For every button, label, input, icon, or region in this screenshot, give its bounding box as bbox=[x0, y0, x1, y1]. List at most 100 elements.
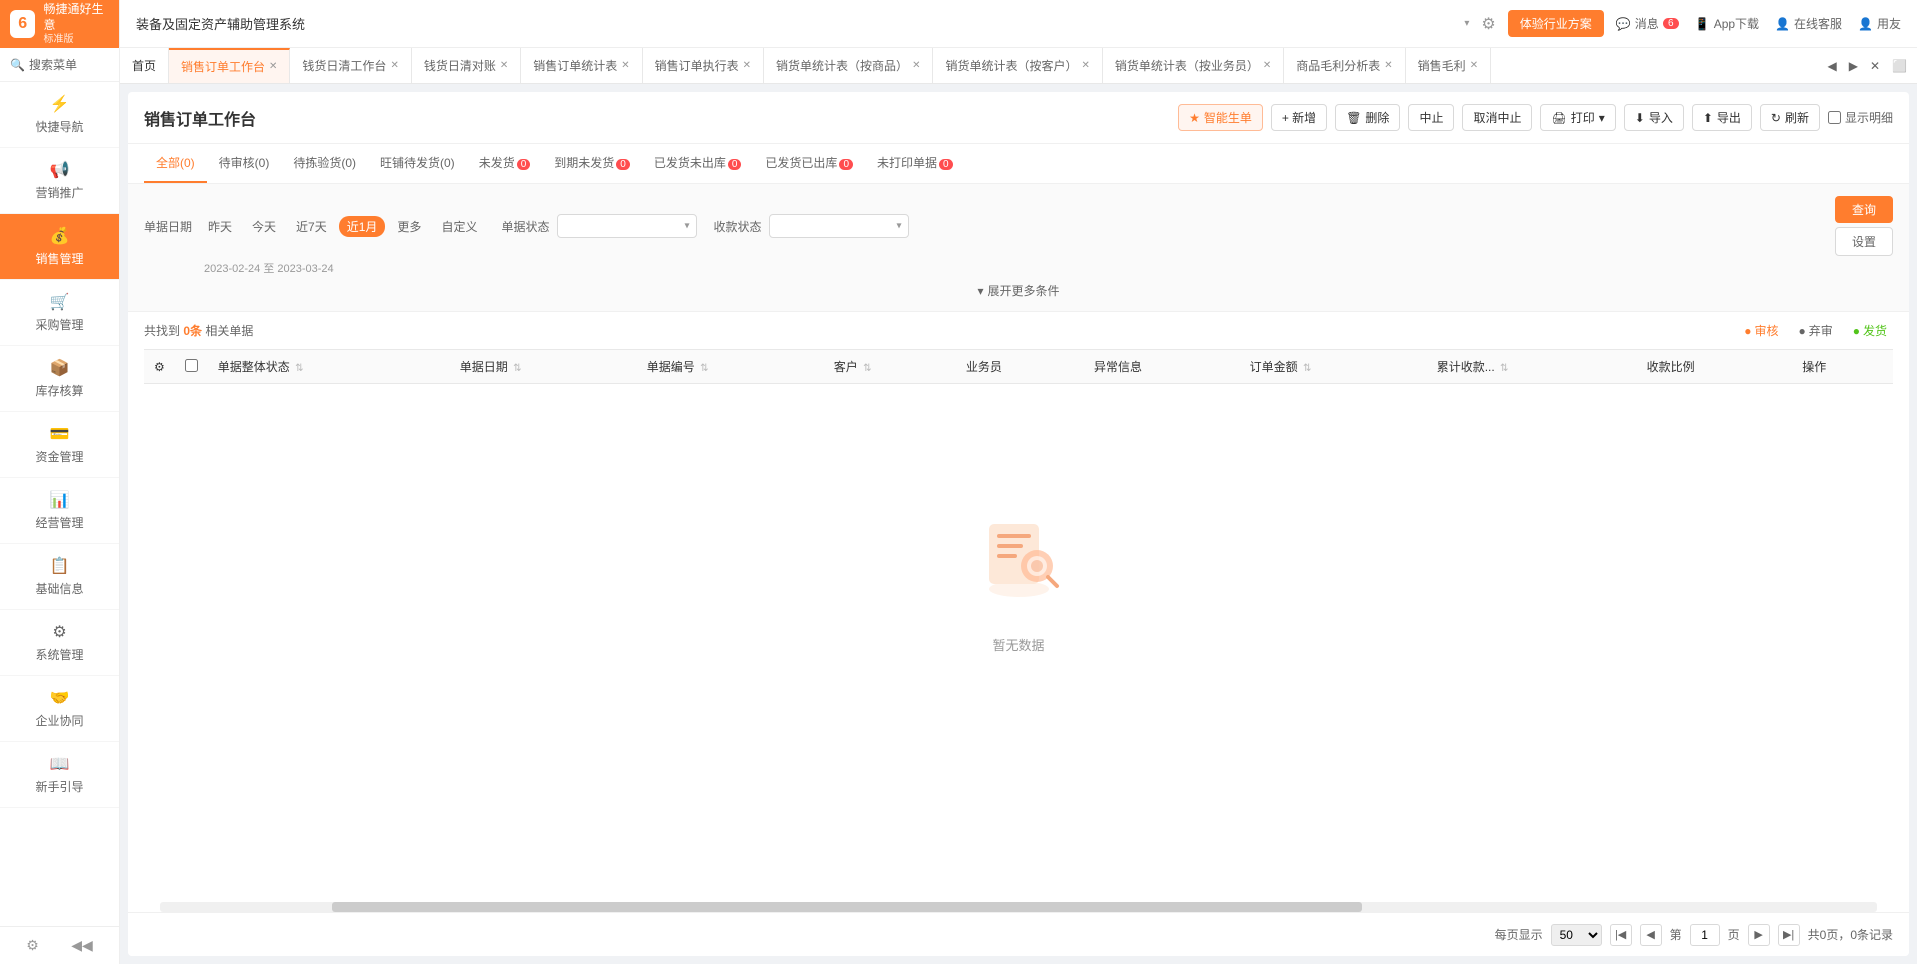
sidebar-item-search[interactable]: 🔍 搜索菜单 bbox=[0, 48, 119, 82]
payment-select[interactable] bbox=[769, 214, 909, 238]
tab-cash-daily[interactable]: 钱货日清工作台 ✕ bbox=[290, 48, 411, 83]
tab-close-icon[interactable]: ✕ bbox=[1384, 60, 1392, 71]
search-btn[interactable]: 查询 bbox=[1835, 196, 1893, 223]
sidebar-item-guide[interactable]: 📖 新手引导 bbox=[0, 742, 119, 808]
tab-sales-product[interactable]: 销货单统计表（按商品） ✕ bbox=[764, 48, 933, 83]
refresh-btn[interactable]: ↻ 刷新 bbox=[1760, 104, 1820, 131]
per-page-select[interactable]: 50 20 100 bbox=[1551, 924, 1602, 946]
filter-tab-all[interactable]: 全部(0) bbox=[144, 144, 207, 183]
tab-sales-workbench[interactable]: 销售订单工作台 ✕ bbox=[169, 48, 290, 83]
settings-query-btn[interactable]: 设置 bbox=[1835, 227, 1893, 256]
batch-reject-btn[interactable]: ● 弃审 bbox=[1792, 320, 1838, 341]
app-download-label: App下载 bbox=[1714, 15, 1759, 32]
industry-btn[interactable]: 体验行业方案 bbox=[1508, 10, 1604, 37]
sidebar-item-inventory[interactable]: 📦 库存核算 bbox=[0, 346, 119, 412]
show-detail-toggle[interactable]: 显示明细 bbox=[1828, 109, 1893, 126]
sidebar-item-purchase[interactable]: 🛒 采购管理 bbox=[0, 280, 119, 346]
page-input[interactable] bbox=[1690, 924, 1720, 946]
sidebar-item-finance[interactable]: 💳 资金管理 bbox=[0, 412, 119, 478]
tab-sales-profit[interactable]: 销售毛利 ✕ bbox=[1406, 48, 1491, 83]
th-settings[interactable]: ⚙ bbox=[144, 350, 175, 384]
sidebar-item-label: 经营管理 bbox=[35, 514, 83, 531]
export-btn[interactable]: ⬆ 导出 bbox=[1692, 104, 1752, 131]
tab-order-stats[interactable]: 销售订单统计表 ✕ bbox=[521, 48, 642, 83]
sidebar-settings-btn[interactable]: ⚙ bbox=[26, 937, 39, 954]
select-all-checkbox[interactable] bbox=[185, 359, 198, 372]
tab-cash-reconcile[interactable]: 钱货日清对账 ✕ bbox=[412, 48, 521, 83]
tab-close-icon[interactable]: ✕ bbox=[1470, 60, 1478, 71]
add-btn[interactable]: + 新增 bbox=[1271, 104, 1327, 131]
prev-page-btn[interactable]: ◀ bbox=[1640, 924, 1662, 946]
online-service-btn[interactable]: 👤 在线客服 bbox=[1775, 15, 1842, 32]
sidebar-item-sales[interactable]: 💰 销售管理 bbox=[0, 214, 119, 280]
sort-icon[interactable]: ⇅ bbox=[1303, 363, 1311, 374]
sort-icon[interactable]: ⇅ bbox=[295, 363, 303, 374]
cancel-abort-btn[interactable]: 取消中止 bbox=[1462, 104, 1532, 131]
show-detail-checkbox[interactable] bbox=[1828, 111, 1841, 124]
delete-btn[interactable]: 🗑 删除 bbox=[1335, 104, 1400, 131]
sort-icon[interactable]: ⇅ bbox=[863, 363, 871, 374]
tab-maximize-btn[interactable]: ⬜ bbox=[1888, 57, 1911, 75]
batch-send-btn[interactable]: ● 发货 bbox=[1847, 320, 1893, 341]
sidebar-item-quick-nav[interactable]: ⚡ 快捷导航 bbox=[0, 82, 119, 148]
tab-sales-staff[interactable]: 销货单统计表（按业务员） ✕ bbox=[1103, 48, 1284, 83]
date-option-today[interactable]: 今天 bbox=[244, 216, 284, 237]
filter-tab-shipped-not-out[interactable]: 已发货未出库0 bbox=[642, 144, 754, 183]
header-settings-icon[interactable]: ⚙ bbox=[1481, 14, 1495, 34]
date-option-1month[interactable]: 近1月 bbox=[339, 216, 386, 237]
tab-profit-analysis[interactable]: 商品毛利分析表 ✕ bbox=[1284, 48, 1405, 83]
tab-close-icon[interactable]: ✕ bbox=[912, 60, 920, 71]
sidebar-item-basic-info[interactable]: 📋 基础信息 bbox=[0, 544, 119, 610]
filter-tab-not-shipped[interactable]: 未发货0 bbox=[467, 144, 543, 183]
sidebar-item-marketing[interactable]: 📢 营销推广 bbox=[0, 148, 119, 214]
tab-home[interactable]: 首页 bbox=[120, 48, 169, 83]
date-option-yesterday[interactable]: 昨天 bbox=[200, 216, 240, 237]
tab-order-exec[interactable]: 销售订单执行表 ✕ bbox=[643, 48, 764, 83]
sort-icon[interactable]: ⇅ bbox=[700, 363, 708, 374]
sort-icon[interactable]: ⇅ bbox=[513, 363, 521, 374]
batch-approve-btn[interactable]: ● 审核 bbox=[1738, 320, 1784, 341]
filter-tab-wangpu-ship[interactable]: 旺铺待发货(0) bbox=[368, 144, 467, 183]
message-btn[interactable]: 💬 消息 6 bbox=[1616, 15, 1679, 32]
tab-close-all-btn[interactable]: ✕ bbox=[1866, 57, 1884, 75]
expand-conditions-btn[interactable]: ▾ 展开更多条件 bbox=[144, 276, 1893, 299]
tab-sales-customer[interactable]: 销货单统计表（按客户） ✕ bbox=[933, 48, 1102, 83]
tab-close-icon[interactable]: ✕ bbox=[621, 60, 629, 71]
tab-next-btn[interactable]: ▶ bbox=[1845, 57, 1862, 75]
sidebar-item-operation[interactable]: 📊 经营管理 bbox=[0, 478, 119, 544]
sidebar-item-enterprise[interactable]: 🤝 企业协同 bbox=[0, 676, 119, 742]
date-option-7days[interactable]: 近7天 bbox=[288, 216, 335, 237]
tab-prev-btn[interactable]: ◀ bbox=[1824, 57, 1841, 75]
status-select[interactable] bbox=[557, 214, 697, 238]
app-download-btn[interactable]: 📱 App下载 bbox=[1695, 15, 1759, 32]
th-staff: 业务员 bbox=[956, 350, 1084, 384]
last-page-btn[interactable]: ▶| bbox=[1778, 924, 1800, 946]
tab-close-icon[interactable]: ✕ bbox=[1263, 60, 1271, 71]
tab-close-icon[interactable]: ✕ bbox=[500, 60, 508, 71]
print-btn[interactable]: 🖨 打印 ▾ bbox=[1540, 104, 1615, 131]
date-option-more[interactable]: 更多 bbox=[389, 216, 429, 237]
tab-close-icon[interactable]: ✕ bbox=[743, 60, 751, 71]
sort-icon[interactable]: ⇅ bbox=[1500, 363, 1508, 374]
import-btn[interactable]: ⬇ 导入 bbox=[1624, 104, 1684, 131]
tab-close-icon[interactable]: ✕ bbox=[390, 60, 398, 71]
tab-close-icon[interactable]: ✕ bbox=[269, 61, 277, 72]
date-option-custom[interactable]: 自定义 bbox=[433, 216, 485, 237]
filter-tab-pending-review[interactable]: 待审核(0) bbox=[207, 144, 282, 183]
next-page-btn[interactable]: ▶ bbox=[1748, 924, 1770, 946]
filter-tab-not-printed[interactable]: 未打印单据0 bbox=[865, 144, 965, 183]
payment-search-item: 收款状态 bbox=[713, 214, 909, 238]
horizontal-scrollbar[interactable] bbox=[160, 902, 1877, 912]
system-title-arrow[interactable]: ▾ bbox=[1464, 18, 1469, 29]
filter-tab-pending-inspect[interactable]: 待拣验货(0) bbox=[281, 144, 368, 183]
abort-btn[interactable]: 中止 bbox=[1408, 104, 1454, 131]
sidebar-item-system[interactable]: ⚙ 系统管理 bbox=[0, 610, 119, 676]
tab-close-icon[interactable]: ✕ bbox=[1081, 60, 1089, 71]
user-btn[interactable]: 👤 用友 bbox=[1858, 15, 1901, 32]
sidebar-collapse-btn[interactable]: ◀◀ bbox=[71, 937, 93, 954]
ai-generate-btn[interactable]: ★ 智能生单 bbox=[1178, 104, 1263, 131]
th-checkbox[interactable] bbox=[175, 350, 208, 384]
filter-tab-overdue-ship[interactable]: 到期未发货0 bbox=[542, 144, 642, 183]
filter-tab-shipped-out[interactable]: 已发货已出库0 bbox=[753, 144, 865, 183]
first-page-btn[interactable]: |◀ bbox=[1610, 924, 1632, 946]
